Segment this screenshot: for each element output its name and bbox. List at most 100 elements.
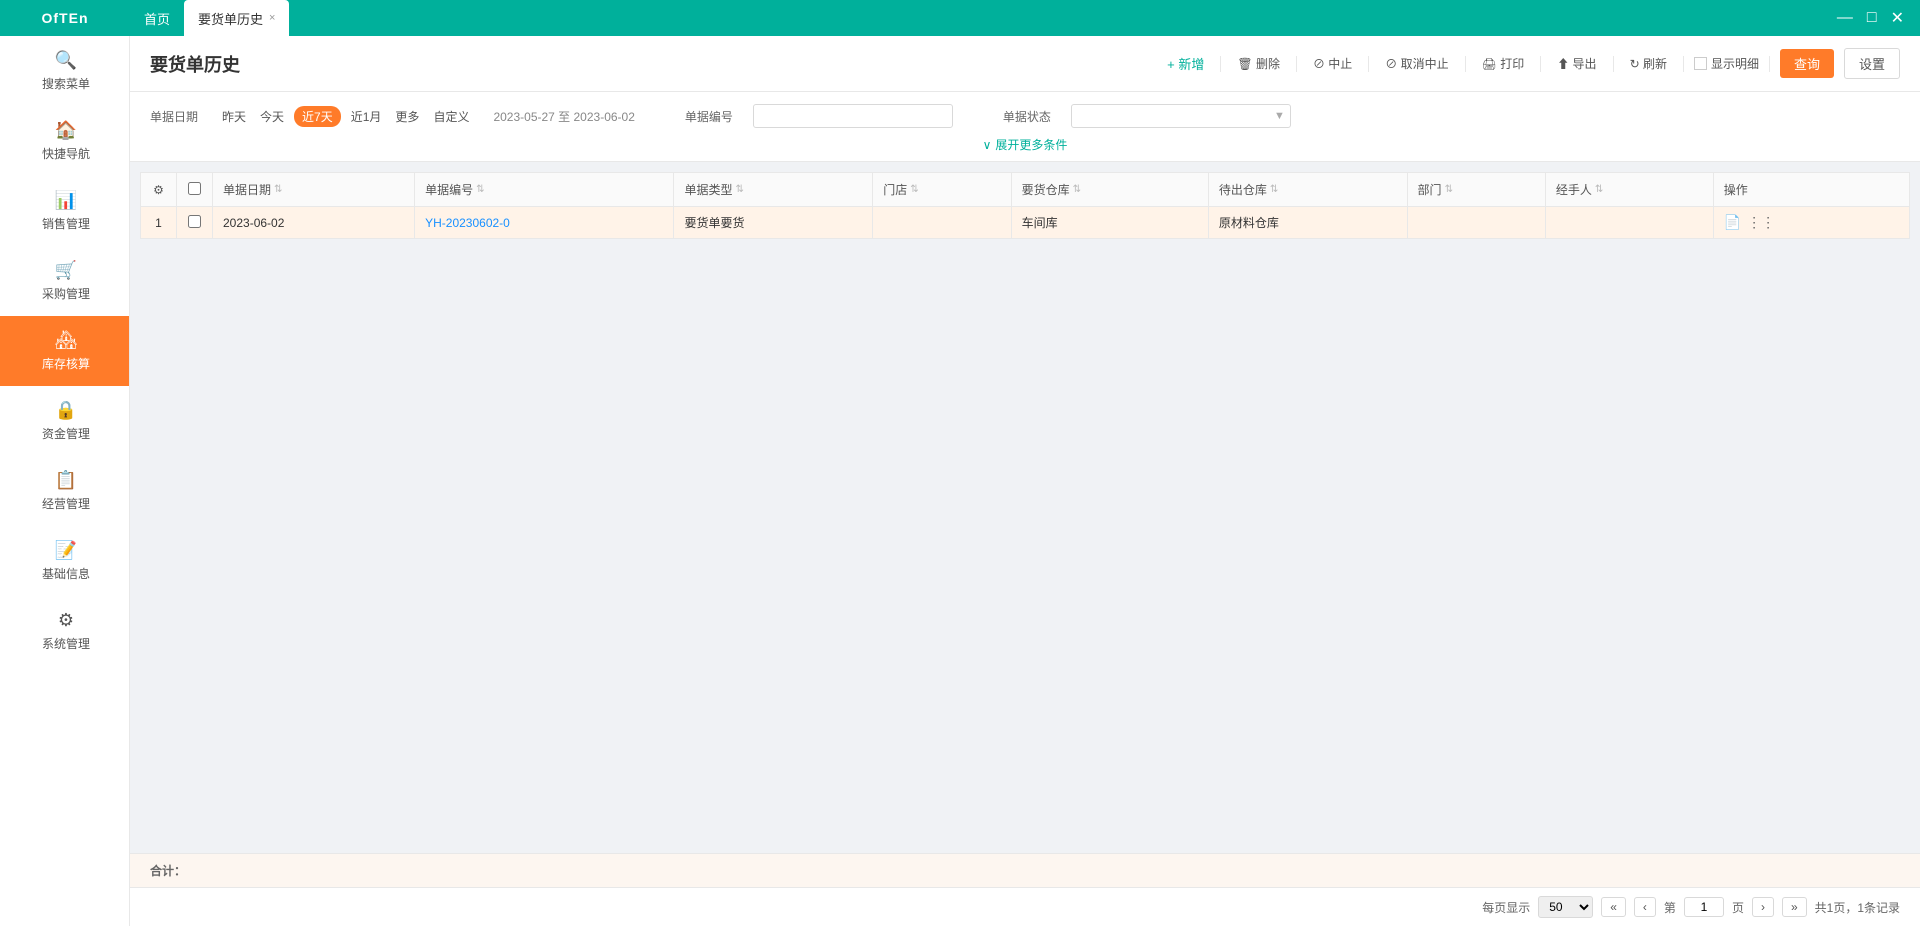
- col-pending-warehouse[interactable]: 待出仓库 ⇅: [1208, 173, 1407, 207]
- date-btn-more[interactable]: 更多: [391, 106, 423, 127]
- col-checkbox[interactable]: [177, 173, 213, 207]
- col-order-no[interactable]: 单据编号 ⇅: [415, 173, 674, 207]
- order-type-sort-icon[interactable]: ⇅: [736, 184, 744, 195]
- date-btn-today[interactable]: 今天: [256, 106, 288, 127]
- settings-button[interactable]: 设置: [1844, 48, 1900, 79]
- expand-conditions-btn[interactable]: ∨ 展开更多条件: [983, 136, 1068, 153]
- display-detail-label: 显示明细: [1711, 55, 1759, 72]
- sidebar-label-search-menu: 搜索菜单: [42, 75, 90, 92]
- sidebar-item-base-info[interactable]: 📝 基础信息: [0, 526, 129, 596]
- window-maximize-btn[interactable]: □: [1867, 9, 1877, 27]
- order-no-link[interactable]: YH-20230602-0: [425, 216, 510, 230]
- first-page-btn[interactable]: «: [1601, 897, 1626, 917]
- table-settings-icon[interactable]: ⚙: [153, 183, 164, 197]
- store-sort-icon[interactable]: ⇅: [910, 184, 918, 195]
- sidebar-label-sales-mgmt: 销售管理: [42, 215, 90, 232]
- sidebar-item-ops-mgmt[interactable]: 📋 经营管理: [0, 456, 129, 526]
- row-store-cell: [873, 207, 1011, 239]
- refresh-button[interactable]: ↻ 刷新: [1624, 51, 1673, 76]
- status-dropdown-icon[interactable]: ▼: [1274, 110, 1285, 122]
- date-range-display: 2023-05-27 至 2023-06-02: [493, 108, 634, 125]
- row-pending-warehouse-cell: 原材料仓库: [1208, 207, 1407, 239]
- handler-sort-icon[interactable]: ⇅: [1595, 184, 1603, 195]
- stop-button[interactable]: ⊘ 中止: [1307, 51, 1358, 76]
- row-checkbox-cell[interactable]: [177, 207, 213, 239]
- col-order-type[interactable]: 单据类型 ⇅: [674, 173, 873, 207]
- col-settings[interactable]: ⚙: [141, 173, 177, 207]
- col-store[interactable]: 门店 ⇅: [873, 173, 1011, 207]
- row-dept-cell: [1407, 207, 1545, 239]
- pending-warehouse-sort-icon[interactable]: ⇅: [1270, 184, 1278, 195]
- quick-nav-icon: 🏠: [55, 120, 77, 141]
- sales-mgmt-icon: 📊: [55, 190, 77, 211]
- cancel-stop-button[interactable]: ⊘ 取消中止: [1379, 51, 1454, 76]
- sys-mgmt-icon: ⚙: [58, 610, 74, 631]
- date-btn-7days[interactable]: 近7天: [294, 106, 341, 127]
- date-btn-yesterday[interactable]: 昨天: [218, 106, 250, 127]
- total-info: 共1页，1条记录: [1815, 899, 1900, 916]
- display-detail-toggle[interactable]: 显示明细: [1694, 55, 1759, 72]
- sidebar-item-fund-mgmt[interactable]: 🔒 资金管理: [0, 386, 129, 456]
- select-all-checkbox[interactable]: [188, 182, 201, 195]
- per-page-label: 每页显示: [1482, 899, 1530, 916]
- delete-button[interactable]: 🗑 删除: [1231, 51, 1286, 76]
- new-button[interactable]: + 新增: [1161, 50, 1210, 77]
- purchase-mgmt-icon: 🛒: [55, 260, 77, 281]
- sidebar-item-sys-mgmt[interactable]: ⚙ 系统管理: [0, 596, 129, 666]
- col-date[interactable]: 单据日期 ⇅: [213, 173, 415, 207]
- col-handler[interactable]: 经手人 ⇅: [1545, 173, 1713, 207]
- row-checkbox[interactable]: [188, 215, 201, 228]
- tab-order-history[interactable]: 要货单历史 ×: [184, 0, 289, 36]
- req-warehouse-sort-icon[interactable]: ⇅: [1073, 184, 1081, 195]
- prev-page-btn[interactable]: ‹: [1634, 897, 1656, 917]
- dept-sort-icon[interactable]: ⇅: [1445, 184, 1453, 195]
- date-btn-1month[interactable]: 近1月: [347, 106, 386, 127]
- inventory-calc-icon: 🏘: [55, 330, 78, 351]
- sidebar-label-purchase-mgmt: 采购管理: [42, 285, 90, 302]
- sidebar-label-ops-mgmt: 经营管理: [42, 495, 90, 512]
- row-actions-cell[interactable]: 📄 ⋮⋮: [1713, 207, 1909, 239]
- sidebar-item-purchase-mgmt[interactable]: 🛒 采购管理: [0, 246, 129, 316]
- order-no-sort-icon[interactable]: ⇅: [476, 184, 484, 195]
- col-req-warehouse[interactable]: 要货仓库 ⇅: [1011, 173, 1208, 207]
- next-page-btn[interactable]: ›: [1752, 897, 1774, 917]
- row-num-cell: 1: [141, 207, 177, 239]
- row-more-icon[interactable]: ⋮⋮: [1747, 214, 1775, 231]
- sidebar-item-inventory-calc[interactable]: 🏘 库存核算: [0, 316, 129, 386]
- status-input[interactable]: [1071, 104, 1291, 128]
- print-button[interactable]: 🖨 打印: [1476, 51, 1531, 76]
- page-label: 第: [1664, 899, 1676, 916]
- row-req-warehouse-cell: 车间库: [1011, 207, 1208, 239]
- order-no-input[interactable]: [753, 104, 953, 128]
- date-btn-custom[interactable]: 自定义: [429, 106, 473, 127]
- page-input[interactable]: [1684, 897, 1724, 917]
- row-edit-icon[interactable]: 📄: [1724, 214, 1741, 231]
- fund-mgmt-icon: 🔒: [55, 400, 77, 421]
- row-order-no-cell[interactable]: YH-20230602-0: [415, 207, 674, 239]
- sidebar-label-fund-mgmt: 资金管理: [42, 425, 90, 442]
- query-button[interactable]: 查询: [1780, 49, 1834, 78]
- table-row: 1 2023-06-02 YH-20230602-0 要货单要货 车间库 原材料…: [141, 207, 1910, 239]
- sidebar-label-base-info: 基础信息: [42, 565, 90, 582]
- sidebar-item-sales-mgmt[interactable]: 📊 销售管理: [0, 176, 129, 246]
- sidebar-item-search-menu[interactable]: 🔍 搜索菜单: [0, 36, 129, 106]
- per-page-select[interactable]: 50 100 200: [1538, 896, 1593, 918]
- brand-logo: OfTEn: [42, 10, 89, 26]
- ops-mgmt-icon: 📋: [55, 470, 77, 491]
- display-detail-checkbox[interactable]: [1694, 57, 1707, 70]
- export-button[interactable]: ⬆ 导出: [1551, 51, 1602, 76]
- sidebar-label-inventory-calc: 库存核算: [42, 355, 90, 372]
- row-date-cell: 2023-06-02: [213, 207, 415, 239]
- window-close-btn[interactable]: ✕: [1891, 8, 1904, 28]
- col-actions: 操作: [1713, 173, 1909, 207]
- window-minimize-btn[interactable]: —: [1837, 9, 1853, 27]
- tab-close-icon[interactable]: ×: [269, 12, 275, 24]
- col-dept[interactable]: 部门 ⇅: [1407, 173, 1545, 207]
- date-sort-icon[interactable]: ⇅: [274, 184, 282, 195]
- sidebar-label-sys-mgmt: 系统管理: [42, 635, 90, 652]
- sidebar-item-quick-nav[interactable]: 🏠 快捷导航: [0, 106, 129, 176]
- tab-home[interactable]: 首页: [130, 0, 184, 36]
- order-no-label: 单据编号: [685, 108, 733, 125]
- last-page-btn[interactable]: »: [1782, 897, 1807, 917]
- row-handler-cell: [1545, 207, 1713, 239]
